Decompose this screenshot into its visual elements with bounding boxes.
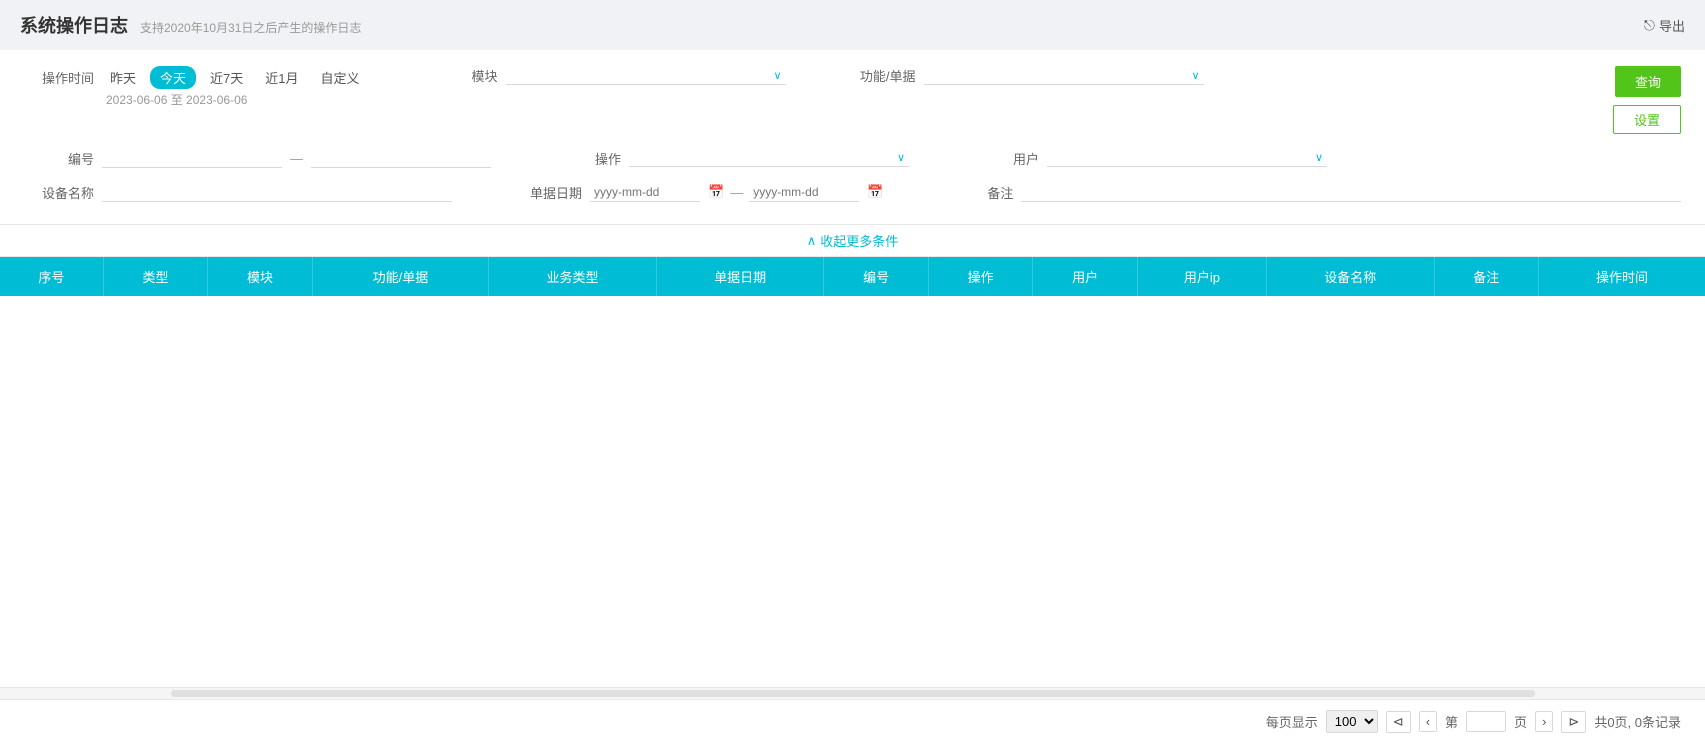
export-icon: ⎋ [1644, 17, 1655, 34]
page-container: 系统操作日志 支持2020年10月31日之后产生的操作日志 ⎋ 导出 操作时间 … [0, 0, 1705, 743]
page-title: 系统操作日志 [20, 12, 128, 38]
collapse-label: 收起更多条件 [820, 231, 898, 250]
number-label: 编号 [24, 149, 94, 168]
remark-input[interactable] [1021, 182, 1681, 202]
action-buttons: 查询 设置 [1613, 66, 1681, 134]
module-label: 模块 [428, 66, 498, 85]
time-label: 操作时间 [24, 68, 94, 87]
number-input-from[interactable] [102, 148, 282, 168]
horizontal-scrollbar[interactable] [0, 687, 1705, 699]
time-range-display: 2023-06-06 至 2023-06-06 [106, 93, 247, 107]
func-select[interactable]: ∨ [924, 67, 1204, 85]
date-input-to[interactable] [749, 183, 859, 202]
col-module: 模块 [208, 257, 312, 296]
number-input-to[interactable] [311, 148, 491, 168]
remark-label: 备注 [923, 183, 1013, 202]
calendar-icon-to[interactable]: 📅 [867, 184, 883, 200]
next-page-button[interactable]: › [1535, 711, 1553, 732]
col-voucher-date: 单据日期 [656, 257, 824, 296]
module-select[interactable]: ∨ [506, 67, 786, 85]
filter-area: 操作时间 昨天 今天 近7天 近1月 自定义 2023-06-06 至 2023… [0, 50, 1705, 225]
query-button[interactable]: 查询 [1615, 66, 1681, 97]
user-select[interactable]: ∨ [1047, 149, 1327, 167]
col-op-time: 操作时间 [1539, 257, 1705, 296]
time-btn-7days[interactable]: 近7天 [202, 66, 251, 89]
date-separator: — [730, 185, 743, 200]
per-page-select[interactable]: 100 50 200 [1326, 710, 1378, 733]
export-label: 导出 [1659, 16, 1685, 35]
page-subtitle: 支持2020年10月31日之后产生的操作日志 [140, 19, 361, 36]
calendar-icon-from[interactable]: 📅 [708, 184, 724, 200]
col-remark: 备注 [1434, 257, 1538, 296]
scrollbar-thumb [171, 690, 1535, 697]
export-button[interactable]: ⎋ 导出 [1644, 16, 1685, 35]
page-number-input[interactable]: 1 [1466, 711, 1506, 732]
col-number: 编号 [824, 257, 928, 296]
time-btn-1month[interactable]: 近1月 [257, 66, 306, 89]
operation-chevron-icon: ∨ [897, 151, 905, 164]
col-func: 功能/单据 [312, 257, 488, 296]
settings-button[interactable]: 设置 [1613, 105, 1681, 134]
page-label: 第 [1445, 712, 1458, 731]
last-page-button[interactable]: ⊳ [1561, 711, 1586, 733]
func-chevron-icon: ∨ [1191, 69, 1199, 82]
device-input[interactable] [102, 182, 452, 202]
col-biz-type: 业务类型 [489, 257, 657, 296]
table-container: 序号 类型 模块 功能/单据 业务类型 单据日期 编号 操作 用户 用户ip 设… [0, 257, 1705, 687]
time-btn-custom[interactable]: 自定义 [313, 66, 368, 89]
time-buttons: 昨天 今天 近7天 近1月 自定义 [102, 66, 368, 89]
total-info: 共0页, 0条记录 [1594, 712, 1681, 731]
col-operation: 操作 [928, 257, 1032, 296]
prev-page-button[interactable]: ‹ [1419, 711, 1437, 732]
page-header: 系统操作日志 支持2020年10月31日之后产生的操作日志 ⎋ 导出 [0, 0, 1705, 50]
time-btn-today[interactable]: 今天 [150, 66, 196, 89]
collapse-button[interactable]: ∧ 收起更多条件 [807, 231, 899, 250]
number-separator: — [290, 151, 303, 166]
device-label: 设备名称 [24, 183, 94, 202]
col-index: 序号 [0, 257, 103, 296]
first-page-button[interactable]: ⊲ [1386, 711, 1411, 733]
per-page-label: 每页显示 [1266, 712, 1318, 731]
data-table: 序号 类型 模块 功能/单据 业务类型 单据日期 编号 操作 用户 用户ip 设… [0, 257, 1705, 296]
title-area: 系统操作日志 支持2020年10月31日之后产生的操作日志 [20, 12, 361, 38]
user-chevron-icon: ∨ [1315, 151, 1323, 164]
col-user: 用户 [1033, 257, 1137, 296]
date-input-from[interactable] [590, 183, 700, 202]
collapse-up-icon: ∧ [807, 233, 817, 249]
operation-select[interactable]: ∨ [629, 149, 909, 167]
col-type: 类型 [103, 257, 207, 296]
operation-label: 操作 [551, 149, 621, 168]
collapse-row: ∧ 收起更多条件 [0, 225, 1705, 257]
time-btn-yesterday[interactable]: 昨天 [102, 66, 144, 89]
col-user-ip: 用户ip [1137, 257, 1266, 296]
module-chevron-icon: ∨ [773, 69, 781, 82]
voucher-date-label: 单据日期 [512, 183, 582, 202]
func-label: 功能/单据 [826, 66, 916, 85]
col-device: 设备名称 [1266, 257, 1434, 296]
pagination-bar: 每页显示 100 50 200 ⊲ ‹ 第 1 页 › ⊳ 共0页, 0条记录 [0, 699, 1705, 743]
table-header-row: 序号 类型 模块 功能/单据 业务类型 单据日期 编号 操作 用户 用户ip 设… [0, 257, 1705, 296]
user-label: 用户 [949, 149, 1039, 168]
page-suffix: 页 [1514, 712, 1527, 731]
